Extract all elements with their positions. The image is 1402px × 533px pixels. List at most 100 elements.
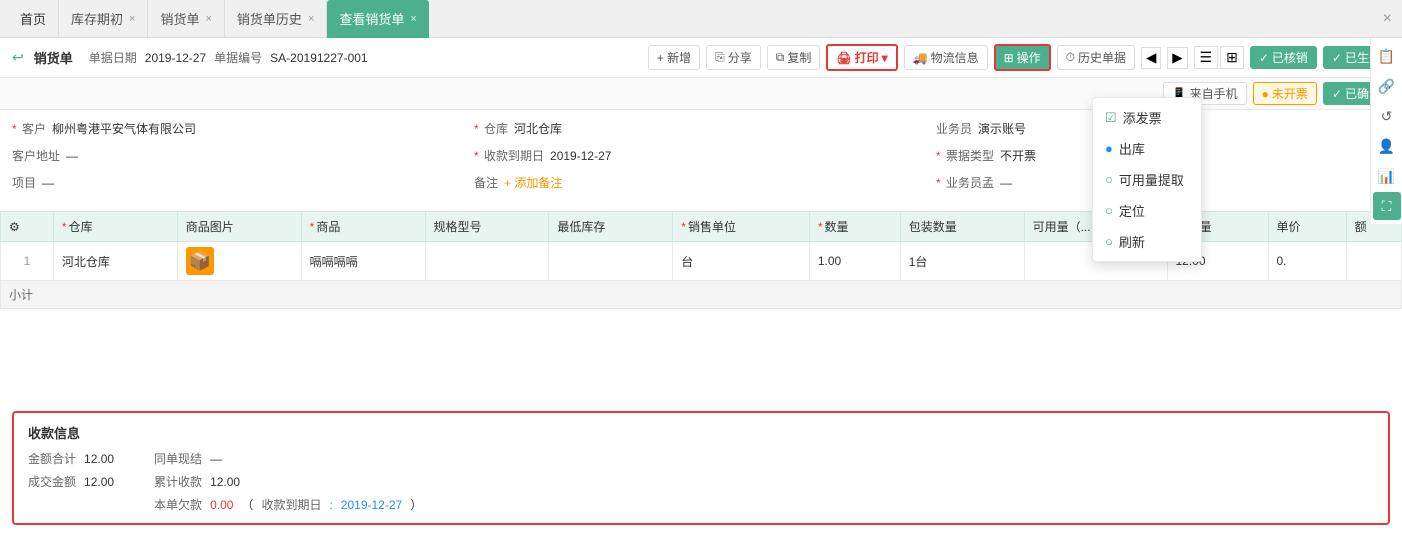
operation-button[interactable]: ⊞ 操作 xyxy=(994,44,1051,71)
col-min-stock: 最低库存 xyxy=(549,212,673,242)
grid-view-button[interactable]: ⊞ xyxy=(1220,46,1244,69)
dropdown-refresh[interactable]: ○ 刷新 xyxy=(1093,226,1201,257)
payment-grid: 金额合计 12.00 成交金额 12.00 同单现结 — 累计收款 xyxy=(28,450,1374,513)
print-icon: 🖨 xyxy=(836,51,851,65)
payment-col-right: 同单现结 — 累计收款 12.00 本单欠款 0.00 （ 收款到期日 : 20… xyxy=(154,450,422,513)
sidebar-icon-doc[interactable]: 📋 xyxy=(1373,42,1401,70)
col-image: 商品图片 xyxy=(177,212,301,242)
tab-home[interactable]: 首页 xyxy=(8,0,59,38)
tab-view-sales-order-close[interactable]: × xyxy=(410,13,416,25)
radio-icon: ● xyxy=(1105,141,1113,156)
amount-total-value: 12.00 xyxy=(84,452,114,466)
history-icon: ⏱ xyxy=(1066,50,1075,65)
cumulative-payment-row: 累计收款 12.00 xyxy=(154,473,422,490)
col-pack-qty: 包装数量 xyxy=(900,212,1024,242)
remark-field: 备注 + 添加备注 xyxy=(474,174,928,191)
warehouse-value: 河北仓库 xyxy=(514,120,562,137)
right-sidebar: 📋 🔗 ↺ 👤 📊 ⛶ xyxy=(1370,38,1402,224)
tab-sales-order[interactable]: 销货单 × xyxy=(148,0,224,38)
subtotal-row: 小计 xyxy=(1,281,1402,309)
amount-total-row: 金额合计 12.00 xyxy=(28,450,114,467)
same-order-label: 同单现结 xyxy=(154,450,202,467)
payment-col-left: 金额合计 12.00 成交金额 12.00 xyxy=(28,450,114,513)
cumulative-payment-label: 累计收款 xyxy=(154,473,202,490)
view-buttons: ☰ ⊞ xyxy=(1194,46,1244,69)
history-button[interactable]: ⏱ 历史单据 xyxy=(1057,45,1135,70)
date-label: 单据日期 xyxy=(89,49,137,66)
tab-inventory-init[interactable]: 库存期初 × xyxy=(59,0,148,38)
dropdown-available-extract[interactable]: ○ 可用量提取 xyxy=(1093,164,1201,195)
row-num: 1 xyxy=(1,242,54,281)
doc-meta: 单据日期 2019-12-27 单据编号 SA-20191227-001 xyxy=(89,49,368,66)
ticket-icon: ● xyxy=(1262,87,1269,101)
warehouse-field: * 仓库 河北仓库 xyxy=(474,120,928,137)
not-open-button[interactable]: ● 未开票 xyxy=(1253,82,1317,105)
cumulative-payment-value: 12.00 xyxy=(210,475,240,489)
sidebar-icon-user[interactable]: 👤 xyxy=(1373,132,1401,160)
copy-button[interactable]: ⧉ 复制 xyxy=(767,45,821,70)
transaction-amount-row: 成交金额 12.00 xyxy=(28,473,114,490)
dropdown-menu: ☑ 添发票 ● 出库 ○ 可用量提取 ○ 定位 ○ 刷新 xyxy=(1092,97,1202,262)
tab-inventory-init-close[interactable]: × xyxy=(129,13,135,25)
tab-sales-order-history[interactable]: 销货单历史 × xyxy=(225,0,327,38)
no-value: SA-20191227-001 xyxy=(270,51,367,65)
print-button[interactable]: 🖨 打印 ▾ xyxy=(826,44,897,71)
same-order-row: 同单现结 — xyxy=(154,450,422,467)
share-icon: ⎘ xyxy=(715,50,725,65)
list-view-button[interactable]: ☰ xyxy=(1194,46,1219,69)
row-image: 📦 xyxy=(177,242,301,281)
sidebar-icon-link[interactable]: 🔗 xyxy=(1373,72,1401,100)
logistics-icon: 🚚 xyxy=(913,51,928,65)
radio-icon-2: ○ xyxy=(1105,172,1113,187)
check-icon-2: ✓ xyxy=(1332,51,1342,65)
sidebar-icon-refresh[interactable]: ↺ xyxy=(1373,102,1401,130)
row-spec xyxy=(425,242,549,281)
tab-sales-order-history-close[interactable]: × xyxy=(308,13,314,25)
current-arrears-row: 本单欠款 0.00 （ 收款到期日 : 2019-12-27 ） xyxy=(154,496,422,513)
col-unit-price: 单价 xyxy=(1268,212,1346,242)
ticket-type-value: 不开票 xyxy=(1000,147,1036,164)
transaction-amount-value: 12.00 xyxy=(84,475,114,489)
row-sales-unit: 台 xyxy=(673,242,810,281)
dropdown-add-ticket[interactable]: ☑ 添发票 xyxy=(1093,102,1201,133)
radio-icon-4: ○ xyxy=(1105,234,1113,249)
customer-field: * 客户 柳州粤港平安气体有限公司 xyxy=(12,120,466,137)
sidebar-icon-expand[interactable]: ⛶ xyxy=(1373,192,1401,220)
payment-date-value: 2019-12-27 xyxy=(550,149,611,163)
dropdown-locate[interactable]: ○ 定位 xyxy=(1093,195,1201,226)
window-close-button[interactable]: × xyxy=(1383,10,1392,28)
tab-bar: 首页 库存期初 × 销货单 × 销货单历史 × 查看销货单 × × xyxy=(0,0,1402,38)
prev-button[interactable]: ◀ xyxy=(1141,47,1161,69)
dropdown-outbound[interactable]: ● 出库 xyxy=(1093,133,1201,164)
payment-date-field: * 收款到期日 2019-12-27 xyxy=(474,147,928,164)
tab-sales-order-close[interactable]: × xyxy=(205,13,211,25)
row-amount xyxy=(1346,242,1401,281)
tab-view-sales-order[interactable]: 查看销货单 × xyxy=(327,0,428,38)
operation-icon: ⊞ xyxy=(1004,51,1014,65)
no-label: 单据编号 xyxy=(214,49,262,66)
share-button[interactable]: ⎘ 分享 xyxy=(706,45,761,70)
col-settings[interactable]: ⚙ xyxy=(1,212,54,242)
sold-out-button[interactable]: ✓ 已核销 xyxy=(1250,46,1317,69)
date-value: 2019-12-27 xyxy=(145,51,206,65)
address-field: 客户地址 — xyxy=(12,147,466,164)
radio-icon-3: ○ xyxy=(1105,203,1113,218)
sidebar-icon-chart[interactable]: 📊 xyxy=(1373,162,1401,190)
copy-icon: ⧉ xyxy=(776,50,785,65)
new-button[interactable]: + 新增 xyxy=(648,45,700,70)
col-warehouse: *仓库 xyxy=(53,212,177,242)
next-button[interactable]: ▶ xyxy=(1167,47,1187,69)
add-remark-button[interactable]: + 添加备注 xyxy=(504,174,562,191)
check-icon: ✓ xyxy=(1259,51,1269,65)
col-sales-unit: *销售单位 xyxy=(673,212,810,242)
transaction-amount-label: 成交金额 xyxy=(28,473,76,490)
row-product: 嗝嗝嗝嗝 xyxy=(301,242,425,281)
row-unit-price: 0. xyxy=(1268,242,1346,281)
col-product: *商品 xyxy=(301,212,425,242)
doc-title: 销货单 xyxy=(34,48,73,67)
payment-section: 收款信息 金额合计 12.00 成交金额 12.00 同单现结 — xyxy=(12,411,1390,525)
subtotal-label: 小计 xyxy=(1,281,1402,309)
amount-total-label: 金额合计 xyxy=(28,450,76,467)
row-quantity: 1.00 xyxy=(809,242,900,281)
logistics-button[interactable]: 🚚 物流信息 xyxy=(904,45,988,70)
